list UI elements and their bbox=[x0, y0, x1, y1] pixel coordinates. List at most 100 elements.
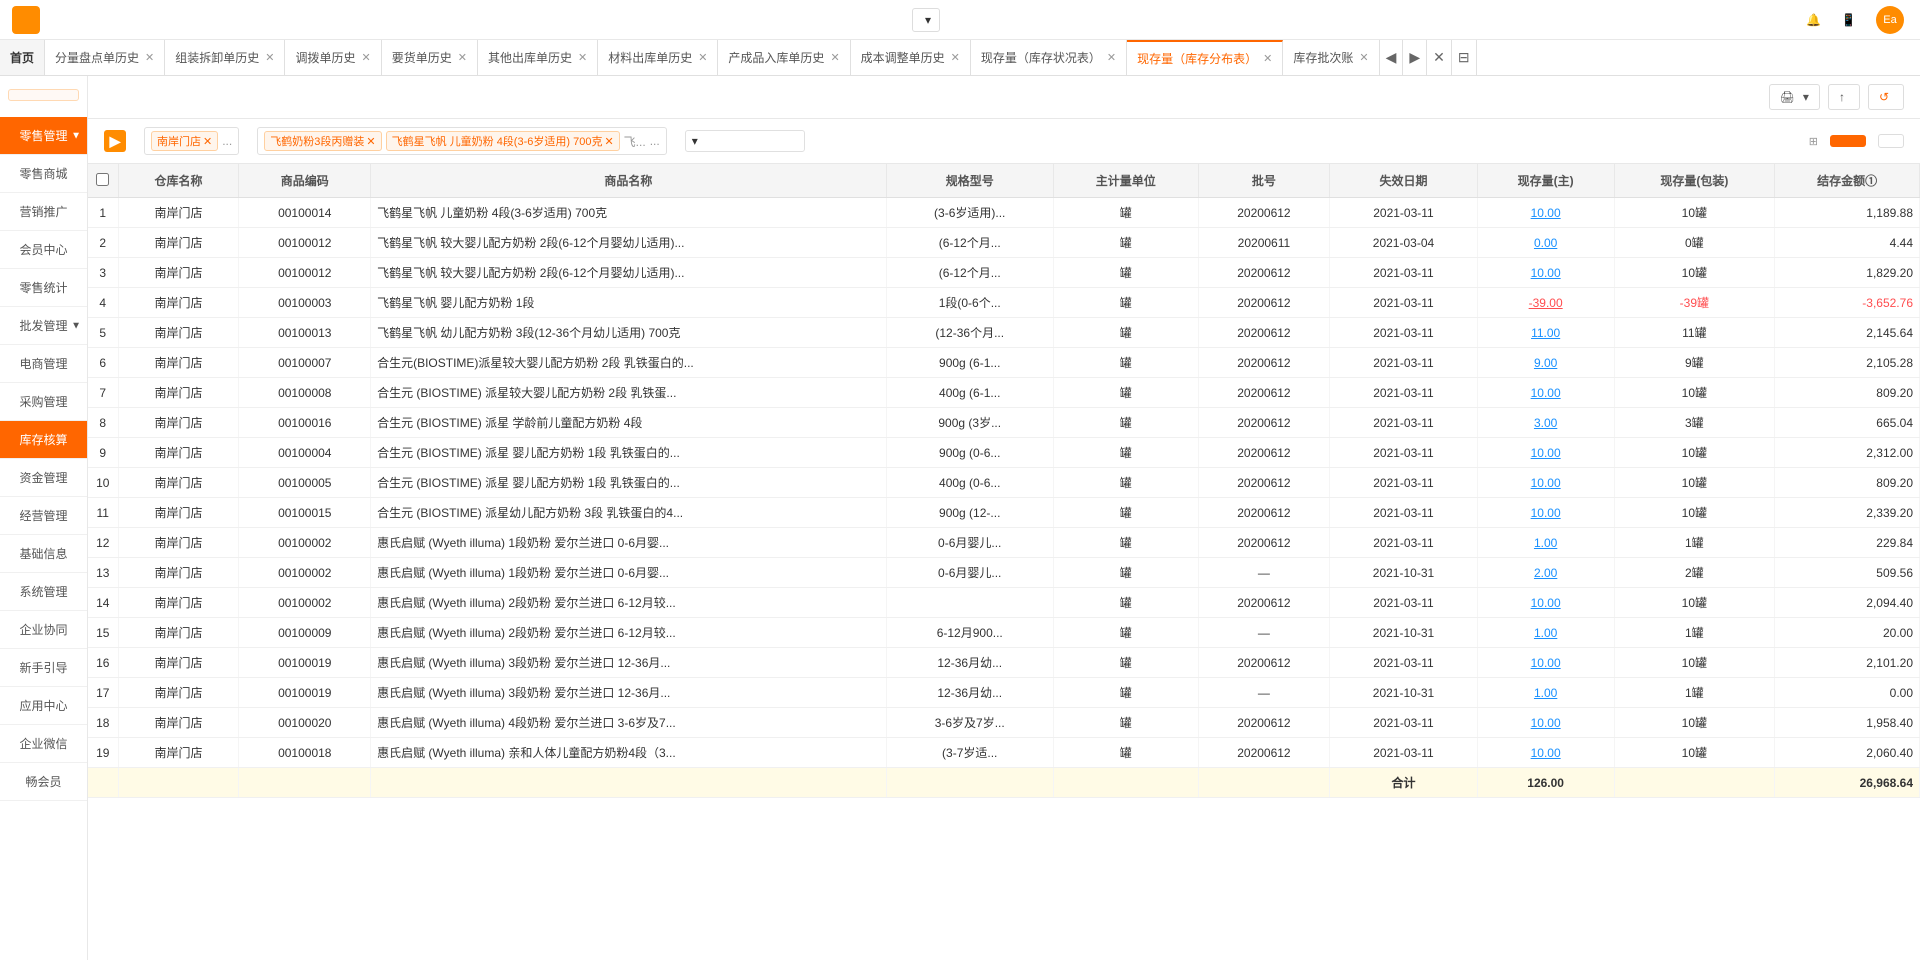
sidebar-item-marketing[interactable]: 营销推广 bbox=[0, 193, 87, 231]
warehouse-filter: 南岸门店 ✕ ... bbox=[138, 127, 239, 155]
sidebar-item-appcenter[interactable]: 应用中心 bbox=[0, 687, 87, 725]
tab-kczh-close[interactable]: ✕ bbox=[1359, 51, 1368, 64]
tab-ccrk-close[interactable]: ✕ bbox=[830, 51, 839, 64]
tab-prev-btn[interactable]: ◀ bbox=[1380, 40, 1404, 76]
export-btn[interactable]: ↑ bbox=[1828, 84, 1860, 110]
messages-btn[interactable]: 🔔 bbox=[1806, 13, 1825, 27]
select-all-checkbox[interactable] bbox=[96, 173, 109, 186]
tab-kczt-close[interactable]: ✕ bbox=[1107, 51, 1116, 64]
tab-fenpan-close[interactable]: ✕ bbox=[145, 51, 154, 64]
cell-amount: -3,652.76 bbox=[1775, 288, 1920, 318]
tab-qtck-close[interactable]: ✕ bbox=[578, 51, 587, 64]
tab-clck-close[interactable]: ✕ bbox=[698, 51, 707, 64]
tab-zuhe-close[interactable]: ✕ bbox=[265, 51, 274, 64]
tab-cbtz-close[interactable]: ✕ bbox=[951, 51, 960, 64]
cell-no: 5 bbox=[88, 318, 118, 348]
print-btn[interactable]: 🖨 ▾ bbox=[1769, 84, 1820, 110]
product-tag-1-close[interactable]: ✕ bbox=[366, 135, 375, 148]
cell-qty[interactable]: 10.00 bbox=[1477, 468, 1614, 498]
cell-qty[interactable]: 10.00 bbox=[1477, 648, 1614, 678]
cell-expire: 2021-03-11 bbox=[1330, 708, 1478, 738]
tab-yaohuo[interactable]: 要货单历史 ✕ bbox=[382, 40, 478, 76]
product-tag-2-close[interactable]: ✕ bbox=[604, 135, 613, 148]
cell-amount: 2,339.20 bbox=[1775, 498, 1920, 528]
tab-qtck[interactable]: 其他出库单历史 ✕ bbox=[478, 40, 598, 76]
sidebar-item-retail-mgmt[interactable]: 零售管理 ▼ bbox=[0, 117, 87, 155]
sidebar-item-wholesale[interactable]: 批发管理 ▼ bbox=[0, 307, 87, 345]
cell-qty[interactable]: -39.00 bbox=[1477, 288, 1614, 318]
tab-ccrk[interactable]: 产成品入库单历史 ✕ bbox=[718, 40, 850, 76]
cell-pkg-qty: 10罐 bbox=[1614, 708, 1775, 738]
color-input-area[interactable]: ▾ bbox=[685, 130, 805, 152]
tab-diaob[interactable]: 调拨单历史 ✕ bbox=[285, 40, 381, 76]
cell-warehouse: 南岸门店 bbox=[118, 468, 239, 498]
tab-cbtz[interactable]: 成本调整单历史 ✕ bbox=[851, 40, 971, 76]
top-right: 🔔 📱 Ea bbox=[1806, 6, 1908, 34]
sidebar-item-purchase[interactable]: 采购管理 bbox=[0, 383, 87, 421]
cell-qty[interactable]: 10.00 bbox=[1477, 258, 1614, 288]
sidebar-item-basic[interactable]: 基础信息 bbox=[0, 535, 87, 573]
tab-kczh[interactable]: 库存批次账 ✕ bbox=[1283, 40, 1379, 76]
sidebar-item-member2[interactable]: 畅会员 bbox=[0, 763, 87, 801]
tab-kcfb-close[interactable]: ✕ bbox=[1263, 52, 1272, 65]
sidebar-item-enterprise[interactable]: 企业协同 bbox=[0, 611, 87, 649]
account-selector[interactable]: ▾ bbox=[912, 8, 940, 32]
cell-qty[interactable]: 9.00 bbox=[1477, 348, 1614, 378]
filter-toggle-btn[interactable]: ▶ bbox=[104, 130, 126, 152]
cell-qty[interactable]: 10.00 bbox=[1477, 708, 1614, 738]
cell-qty[interactable]: 10.00 bbox=[1477, 588, 1614, 618]
sidebar-item-wxwork[interactable]: 企业微信 bbox=[0, 725, 87, 763]
user-area[interactable]: Ea bbox=[1876, 6, 1908, 34]
sidebar-item-member[interactable]: 会员中心 bbox=[0, 231, 87, 269]
sidebar-item-finance[interactable]: 资金管理 bbox=[0, 459, 87, 497]
warehouse-tag-close[interactable]: ✕ bbox=[203, 135, 212, 148]
sidebar-item-operation[interactable]: 经营管理 bbox=[0, 497, 87, 535]
cell-name: 飞鹤星飞帆 婴儿配方奶粉 1段 bbox=[371, 288, 887, 318]
tab-diaob-close[interactable]: ✕ bbox=[362, 51, 371, 64]
cell-qty[interactable]: 1.00 bbox=[1477, 678, 1614, 708]
product-tag-2-label: 飞鹤星飞帆 儿童奶粉 4段(3-6岁适用) 700克 bbox=[392, 133, 603, 149]
cell-qty[interactable]: 1.00 bbox=[1477, 618, 1614, 648]
setting-btn[interactable] bbox=[1878, 134, 1904, 148]
warehouse-tag-area[interactable]: 南岸门店 ✕ ... bbox=[144, 127, 239, 155]
sidebar-item-system[interactable]: 系统管理 bbox=[0, 573, 87, 611]
cell-qty[interactable]: 10.00 bbox=[1477, 438, 1614, 468]
cell-batch: 20200611 bbox=[1198, 228, 1330, 258]
tab-menu-btn[interactable]: ⊟ bbox=[1452, 40, 1477, 76]
warehouse-tag-nanshore[interactable]: 南岸门店 ✕ bbox=[151, 131, 218, 151]
cell-qty[interactable]: 11.00 bbox=[1477, 318, 1614, 348]
tab-fenpan[interactable]: 分量盘点单历史 ✕ bbox=[45, 40, 165, 76]
sidebar-item-ecommerce[interactable]: 电商管理 bbox=[0, 345, 87, 383]
cell-qty[interactable]: 10.00 bbox=[1477, 198, 1614, 228]
sidebar-item-retail-mall[interactable]: 零售商城 bbox=[0, 155, 87, 193]
product-tag-1[interactable]: 飞鹤奶粉3段丙赠装 ✕ bbox=[264, 131, 381, 151]
tab-kcfb[interactable]: 现存量（库存分布表） ✕ bbox=[1127, 40, 1283, 76]
cell-qty[interactable]: 0.00 bbox=[1477, 228, 1614, 258]
tab-fenpan-label: 分量盘点单历史 bbox=[55, 49, 139, 66]
tab-next-btn[interactable]: ▶ bbox=[1403, 40, 1427, 76]
tab-yaohuo-close[interactable]: ✕ bbox=[458, 51, 467, 64]
cell-qty[interactable]: 1.00 bbox=[1477, 528, 1614, 558]
sidebar-item-retail-stat[interactable]: 零售统计 bbox=[0, 269, 87, 307]
cell-qty[interactable]: 10.00 bbox=[1477, 738, 1614, 768]
product-tag-2[interactable]: 飞鹤星飞帆 儿童奶粉 4段(3-6岁适用) 700克 ✕ bbox=[386, 131, 620, 151]
tab-close-all-btn[interactable]: ✕ bbox=[1427, 40, 1452, 76]
refresh-btn[interactable]: ↺ bbox=[1868, 84, 1904, 110]
product-tag-area[interactable]: 飞鹤奶粉3段丙赠装 ✕ 飞鹤星飞帆 儿童奶粉 4段(3-6岁适用) 700克 ✕… bbox=[257, 127, 666, 155]
sidebar-item-inventory[interactable]: 库存核算 bbox=[0, 421, 87, 459]
tab-kczh-label: 库存批次账 bbox=[1293, 49, 1353, 66]
tab-kczt[interactable]: 现存量（库存状况表） ✕ bbox=[971, 40, 1127, 76]
expand-more-btn[interactable]: ⊞ bbox=[1809, 135, 1818, 148]
cell-qty[interactable]: 2.00 bbox=[1477, 558, 1614, 588]
query-btn[interactable] bbox=[1830, 135, 1866, 147]
app-download-btn[interactable]: 📱 bbox=[1841, 13, 1860, 27]
search-menu-btn[interactable] bbox=[8, 89, 79, 101]
cell-qty[interactable]: 10.00 bbox=[1477, 378, 1614, 408]
tab-home[interactable]: 首页 bbox=[0, 40, 45, 76]
cell-expire: 2021-10-31 bbox=[1330, 678, 1478, 708]
cell-qty[interactable]: 3.00 bbox=[1477, 408, 1614, 438]
cell-qty[interactable]: 10.00 bbox=[1477, 498, 1614, 528]
tab-clck[interactable]: 材料出库单历史 ✕ bbox=[598, 40, 718, 76]
tab-zuhe[interactable]: 组装拆卸单历史 ✕ bbox=[165, 40, 285, 76]
sidebar-item-guide[interactable]: 新手引导 bbox=[0, 649, 87, 687]
